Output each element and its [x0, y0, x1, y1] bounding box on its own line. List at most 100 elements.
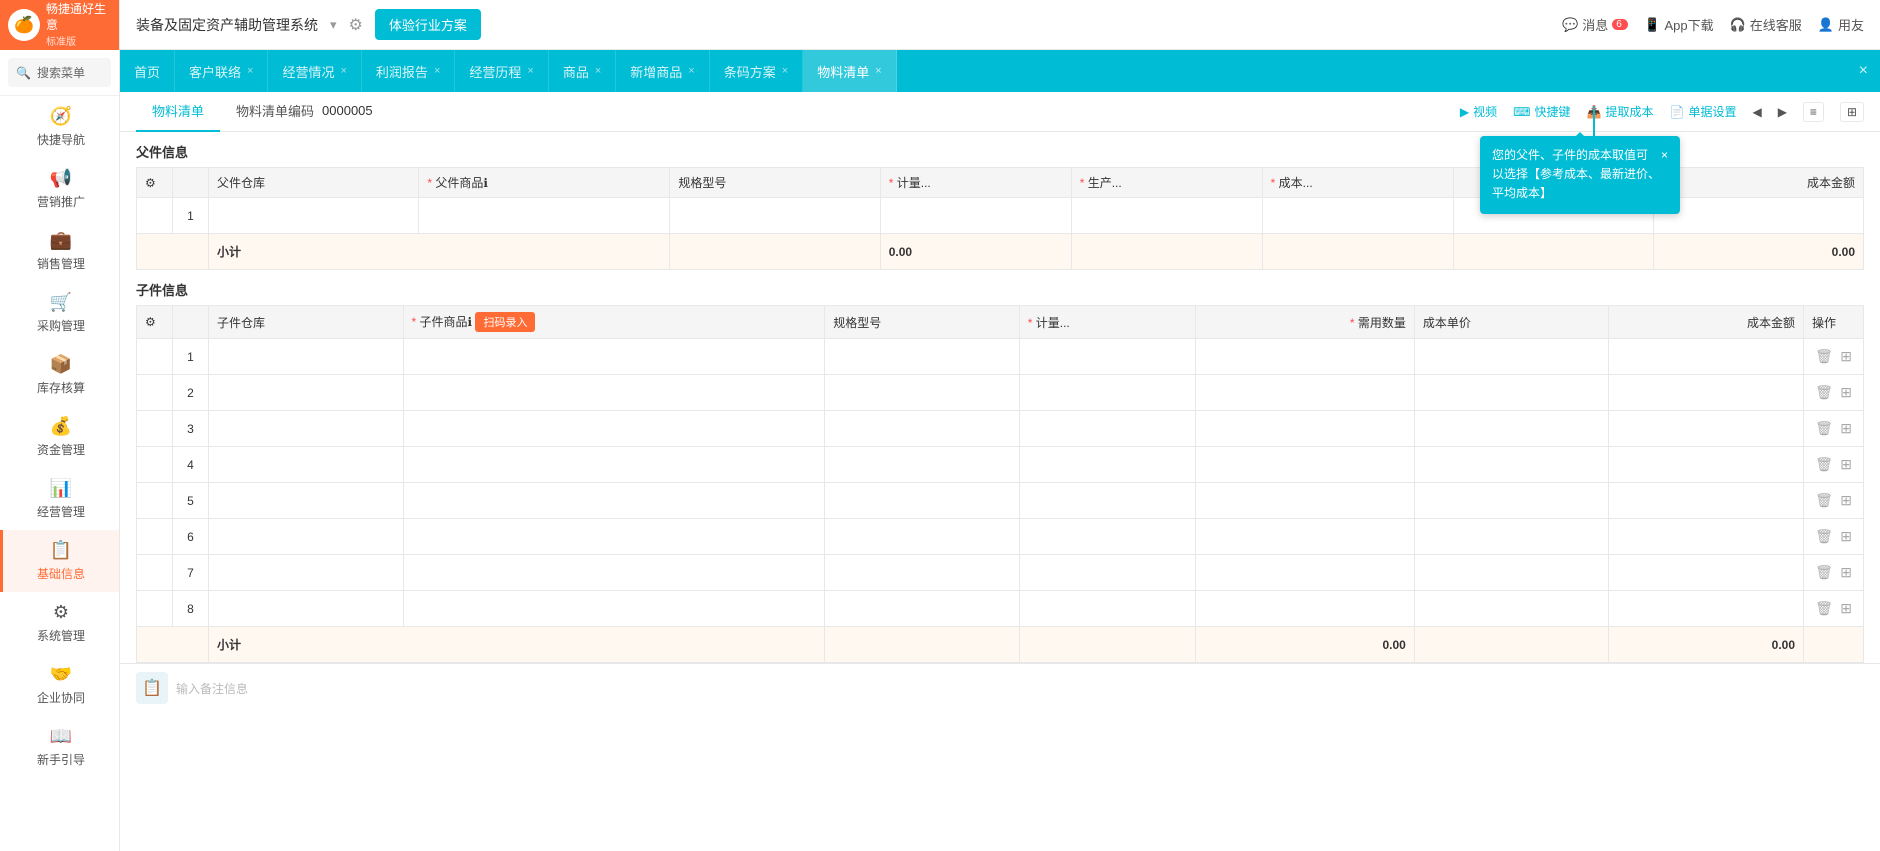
- app-download-btn[interactable]: 📱 App下载: [1644, 15, 1713, 34]
- child-row4-warehouse[interactable]: [209, 447, 404, 483]
- child-row1-product[interactable]: [403, 339, 825, 375]
- child-row5-unit[interactable]: [1019, 483, 1196, 519]
- sidebar-item-sales[interactable]: 💼 销售管理: [0, 220, 119, 282]
- child-row5-spec[interactable]: [825, 483, 1020, 519]
- copy-row7-btn[interactable]: ⊞: [1840, 564, 1852, 580]
- child-row5-product[interactable]: [403, 483, 825, 519]
- child-row3-unit-cost[interactable]: [1414, 411, 1609, 447]
- child-row2-unit-cost[interactable]: [1414, 375, 1609, 411]
- child-row4-unit-cost[interactable]: [1414, 447, 1609, 483]
- close-all-tabs-btn[interactable]: ×: [1847, 62, 1880, 80]
- parent-row1-product[interactable]: [419, 198, 670, 234]
- delete-row2-btn[interactable]: 🗑: [1815, 384, 1833, 400]
- child-row8-unit-cost[interactable]: [1414, 591, 1609, 627]
- child-row5-warehouse[interactable]: [209, 483, 404, 519]
- child-row6-unit[interactable]: [1019, 519, 1196, 555]
- nav-tab-product[interactable]: 商品×: [549, 50, 616, 92]
- delete-row6-btn[interactable]: 🗑: [1815, 528, 1833, 544]
- child-row8-unit[interactable]: [1019, 591, 1196, 627]
- note-icon[interactable]: 📋: [136, 672, 168, 704]
- copy-row8-btn[interactable]: ⊞: [1840, 600, 1852, 616]
- child-row7-unit[interactable]: [1019, 555, 1196, 591]
- nav-tab-barcode[interactable]: 条码方案×: [710, 50, 803, 92]
- shortcut-btn[interactable]: ⌨ 快捷键: [1513, 103, 1570, 120]
- copy-row3-btn[interactable]: ⊞: [1840, 420, 1852, 436]
- nav-tab-close-new_product[interactable]: ×: [688, 65, 694, 77]
- dropdown-icon[interactable]: ▾: [330, 17, 337, 33]
- child-row8-quantity[interactable]: [1196, 591, 1414, 627]
- nav-tab-close-product[interactable]: ×: [595, 65, 601, 77]
- child-row6-unit-cost[interactable]: [1414, 519, 1609, 555]
- child-row2-product[interactable]: [403, 375, 825, 411]
- child-row1-unit-cost[interactable]: [1414, 339, 1609, 375]
- copy-row2-btn[interactable]: ⊞: [1840, 384, 1852, 400]
- child-row1-quantity[interactable]: [1196, 339, 1414, 375]
- single-settings-btn[interactable]: 📄 单据设置: [1669, 103, 1736, 120]
- online-service-btn[interactable]: 🎧 在线客服: [1730, 15, 1802, 34]
- parent-row1-warehouse[interactable]: [209, 198, 419, 234]
- child-row7-spec[interactable]: [825, 555, 1020, 591]
- child-row6-warehouse[interactable]: [209, 519, 404, 555]
- child-row1-unit[interactable]: [1019, 339, 1196, 375]
- child-row7-product[interactable]: [403, 555, 825, 591]
- sidebar-item-guide[interactable]: 📖 新手引导: [0, 716, 119, 778]
- sidebar-item-quick_nav[interactable]: 🧭 快捷导航: [0, 96, 119, 158]
- nav-tab-profit[interactable]: 利润报告×: [362, 50, 455, 92]
- extract-cost-btn[interactable]: 📥 提取成本: [1587, 103, 1654, 120]
- prev-btn[interactable]: ◀: [1752, 105, 1761, 119]
- user-btn[interactable]: 👤 用友: [1818, 15, 1864, 34]
- nav-tab-close-history[interactable]: ×: [527, 65, 533, 77]
- sidebar-item-system[interactable]: ⚙ 系统管理: [0, 592, 119, 654]
- child-row7-warehouse[interactable]: [209, 555, 404, 591]
- child-row6-product[interactable]: [403, 519, 825, 555]
- copy-row4-btn[interactable]: ⊞: [1840, 456, 1852, 472]
- child-row3-spec[interactable]: [825, 411, 1020, 447]
- delete-row3-btn[interactable]: 🗑: [1815, 420, 1833, 436]
- copy-row6-btn[interactable]: ⊞: [1840, 528, 1852, 544]
- nav-tab-close-bom[interactable]: ×: [875, 65, 881, 77]
- child-row8-spec[interactable]: [825, 591, 1020, 627]
- tooltip-close-btn[interactable]: ×: [1661, 146, 1668, 165]
- copy-row5-btn[interactable]: ⊞: [1840, 492, 1852, 508]
- child-row7-quantity[interactable]: [1196, 555, 1414, 591]
- child-row8-product[interactable]: [403, 591, 825, 627]
- search-area[interactable]: 🔍 搜索菜单: [0, 50, 119, 96]
- child-row6-spec[interactable]: [825, 519, 1020, 555]
- child-col-settings[interactable]: ⚙: [137, 306, 173, 339]
- delete-row8-btn[interactable]: 🗑: [1815, 600, 1833, 616]
- parent-row1-unit[interactable]: [880, 198, 1071, 234]
- delete-row1-btn[interactable]: 🗑: [1815, 348, 1833, 364]
- child-row2-unit[interactable]: [1019, 375, 1196, 411]
- nav-tab-new_product[interactable]: 新增商品×: [616, 50, 709, 92]
- child-row4-product[interactable]: [403, 447, 825, 483]
- next-btn[interactable]: ▶: [1778, 105, 1787, 119]
- child-row4-spec[interactable]: [825, 447, 1020, 483]
- child-row7-unit-cost[interactable]: [1414, 555, 1609, 591]
- child-row3-quantity[interactable]: [1196, 411, 1414, 447]
- nav-tab-close-profit[interactable]: ×: [434, 65, 440, 77]
- child-row4-quantity[interactable]: [1196, 447, 1414, 483]
- nav-tab-close-barcode[interactable]: ×: [782, 65, 788, 77]
- child-row4-unit[interactable]: [1019, 447, 1196, 483]
- message-btn[interactable]: 💬 消息 6: [1562, 15, 1628, 34]
- child-row3-product[interactable]: [403, 411, 825, 447]
- list-view-btn[interactable]: ⊞: [1840, 102, 1864, 122]
- nav-tab-customer[interactable]: 客户联络×: [175, 50, 268, 92]
- child-row5-unit-cost[interactable]: [1414, 483, 1609, 519]
- parent-row1-spec[interactable]: [670, 198, 880, 234]
- nav-tab-close-operation[interactable]: ×: [340, 65, 346, 77]
- scan-input-btn[interactable]: 扫码录入: [475, 312, 535, 332]
- nav-tab-operation[interactable]: 经营情况×: [268, 50, 361, 92]
- settings-icon[interactable]: ⚙: [349, 15, 363, 35]
- child-row8-warehouse[interactable]: [209, 591, 404, 627]
- sidebar-item-inventory[interactable]: 📦 库存核算: [0, 344, 119, 406]
- delete-row4-btn[interactable]: 🗑: [1815, 456, 1833, 472]
- child-row3-warehouse[interactable]: [209, 411, 404, 447]
- tab-bom-code[interactable]: 物料清单编码 0000005: [220, 92, 389, 132]
- parent-col-settings[interactable]: ⚙: [137, 168, 173, 198]
- delete-row7-btn[interactable]: 🗑: [1815, 564, 1833, 580]
- view-btn[interactable]: ▶ 视频: [1460, 103, 1497, 120]
- nav-tab-history[interactable]: 经营历程×: [455, 50, 548, 92]
- child-row2-warehouse[interactable]: [209, 375, 404, 411]
- sidebar-item-finance[interactable]: 💰 资金管理: [0, 406, 119, 468]
